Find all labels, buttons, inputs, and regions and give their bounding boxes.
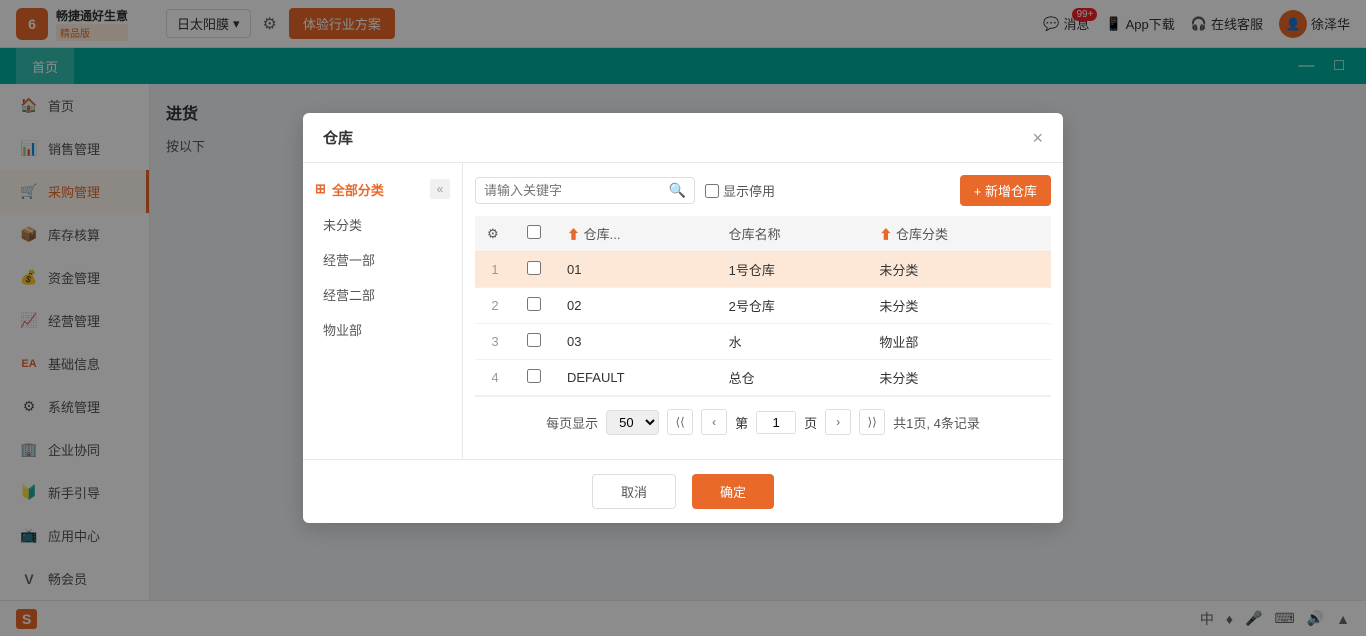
select-all-checkbox[interactable] bbox=[527, 225, 541, 239]
row-num: 4 bbox=[475, 360, 515, 396]
page-unit: 页 bbox=[804, 413, 817, 432]
row-code: 01 bbox=[555, 252, 717, 288]
row-category: 未分类 bbox=[867, 288, 1051, 324]
all-categories-item[interactable]: ⊞ 全部分类 « bbox=[303, 171, 462, 207]
cancel-button[interactable]: 取消 bbox=[592, 474, 676, 509]
table-row[interactable]: 1 01 1号仓库 未分类 bbox=[475, 252, 1051, 288]
page-label: 第 bbox=[735, 413, 748, 432]
table-row[interactable]: 2 02 2号仓库 未分类 bbox=[475, 288, 1051, 324]
row-category: 物业部 bbox=[867, 324, 1051, 360]
page-input[interactable] bbox=[756, 411, 796, 434]
row-num: 1 bbox=[475, 252, 515, 288]
modal-overlay[interactable]: 仓库 × ⊞ 全部分类 « 未分类 经营一部 经营二部 bbox=[0, 0, 1366, 636]
table-container: ⚙ ⬆ 仓库... 仓库名称 bbox=[475, 216, 1051, 396]
table-body: 1 01 1号仓库 未分类 2 bbox=[475, 252, 1051, 396]
main-panel: 🔍 显示停用 + 新增仓库 ⚙ bbox=[463, 163, 1063, 459]
col-code: ⬆ 仓库... bbox=[555, 216, 717, 252]
add-warehouse-button[interactable]: + 新增仓库 bbox=[960, 175, 1051, 206]
col-name: 仓库名称 bbox=[717, 216, 868, 252]
row-category: 未分类 bbox=[867, 252, 1051, 288]
category-item-dept1[interactable]: 经营一部 bbox=[303, 242, 462, 277]
sort-icon: ⬆ bbox=[567, 227, 580, 242]
row-checkbox-cell bbox=[515, 252, 555, 288]
per-page-label: 每页显示 bbox=[546, 413, 598, 432]
row-checkbox[interactable] bbox=[527, 333, 541, 347]
table-row[interactable]: 4 DEFAULT 总仓 未分类 bbox=[475, 360, 1051, 396]
search-input[interactable] bbox=[484, 183, 669, 198]
row-checkbox-cell bbox=[515, 324, 555, 360]
category-item-dept2[interactable]: 经营二部 bbox=[303, 277, 462, 312]
row-name: 水 bbox=[717, 324, 868, 360]
search-input-wrap[interactable]: 🔍 bbox=[475, 177, 695, 204]
category-item-unclassified[interactable]: 未分类 bbox=[303, 207, 462, 242]
row-checkbox[interactable] bbox=[527, 369, 541, 383]
col-settings: ⚙ bbox=[475, 216, 515, 252]
row-code: DEFAULT bbox=[555, 360, 717, 396]
next-page-button[interactable]: › bbox=[825, 409, 851, 435]
prev-page-button[interactable]: ‹ bbox=[701, 409, 727, 435]
warehouse-table: ⚙ ⬆ 仓库... 仓库名称 bbox=[475, 216, 1051, 396]
grid-icon: ⊞ bbox=[315, 181, 326, 197]
table-header: ⚙ ⬆ 仓库... 仓库名称 bbox=[475, 216, 1051, 252]
row-code: 02 bbox=[555, 288, 717, 324]
pagination: 每页显示 50 ⟨⟨ ‹ 第 页 › ⟩⟩ 共1页, 4条记录 bbox=[475, 396, 1051, 447]
show-disabled-checkbox[interactable] bbox=[705, 184, 719, 198]
modal-body: ⊞ 全部分类 « 未分类 经营一部 经营二部 物业部 bbox=[303, 163, 1063, 459]
col-category: ⬆ 仓库分类 bbox=[867, 216, 1051, 252]
row-name: 1号仓库 bbox=[717, 252, 868, 288]
row-num: 3 bbox=[475, 324, 515, 360]
row-category: 未分类 bbox=[867, 360, 1051, 396]
show-disabled-label[interactable]: 显示停用 bbox=[705, 181, 775, 200]
row-name: 2号仓库 bbox=[717, 288, 868, 324]
category-item-property[interactable]: 物业部 bbox=[303, 312, 462, 347]
row-checkbox[interactable] bbox=[527, 261, 541, 275]
collapse-panel-button[interactable]: « bbox=[430, 179, 450, 199]
warehouse-modal: 仓库 × ⊞ 全部分类 « 未分类 经营一部 经营二部 bbox=[303, 113, 1063, 523]
modal-title: 仓库 bbox=[323, 127, 353, 148]
modal-close-button[interactable]: × bbox=[1032, 129, 1043, 147]
row-checkbox[interactable] bbox=[527, 297, 541, 311]
first-page-button[interactable]: ⟨⟨ bbox=[667, 409, 693, 435]
page-info: 共1页, 4条记录 bbox=[893, 413, 980, 432]
all-category-label: 全部分类 bbox=[332, 180, 384, 199]
modal-header: 仓库 × bbox=[303, 113, 1063, 163]
last-page-button[interactable]: ⟩⟩ bbox=[859, 409, 885, 435]
col-checkbox bbox=[515, 216, 555, 252]
search-icon: 🔍 bbox=[669, 182, 686, 199]
search-bar: 🔍 显示停用 + 新增仓库 bbox=[475, 175, 1051, 206]
confirm-button[interactable]: 确定 bbox=[692, 474, 774, 509]
modal-footer: 取消 确定 bbox=[303, 459, 1063, 523]
table-row[interactable]: 3 03 水 物业部 bbox=[475, 324, 1051, 360]
row-code: 03 bbox=[555, 324, 717, 360]
settings-icon: ⚙ bbox=[487, 226, 499, 241]
row-name: 总仓 bbox=[717, 360, 868, 396]
per-page-select[interactable]: 50 bbox=[606, 410, 659, 435]
row-checkbox-cell bbox=[515, 288, 555, 324]
category-panel: ⊞ 全部分类 « 未分类 经营一部 经营二部 物业部 bbox=[303, 163, 463, 459]
row-num: 2 bbox=[475, 288, 515, 324]
row-checkbox-cell bbox=[515, 360, 555, 396]
category-sort-icon: ⬆ bbox=[879, 227, 892, 242]
